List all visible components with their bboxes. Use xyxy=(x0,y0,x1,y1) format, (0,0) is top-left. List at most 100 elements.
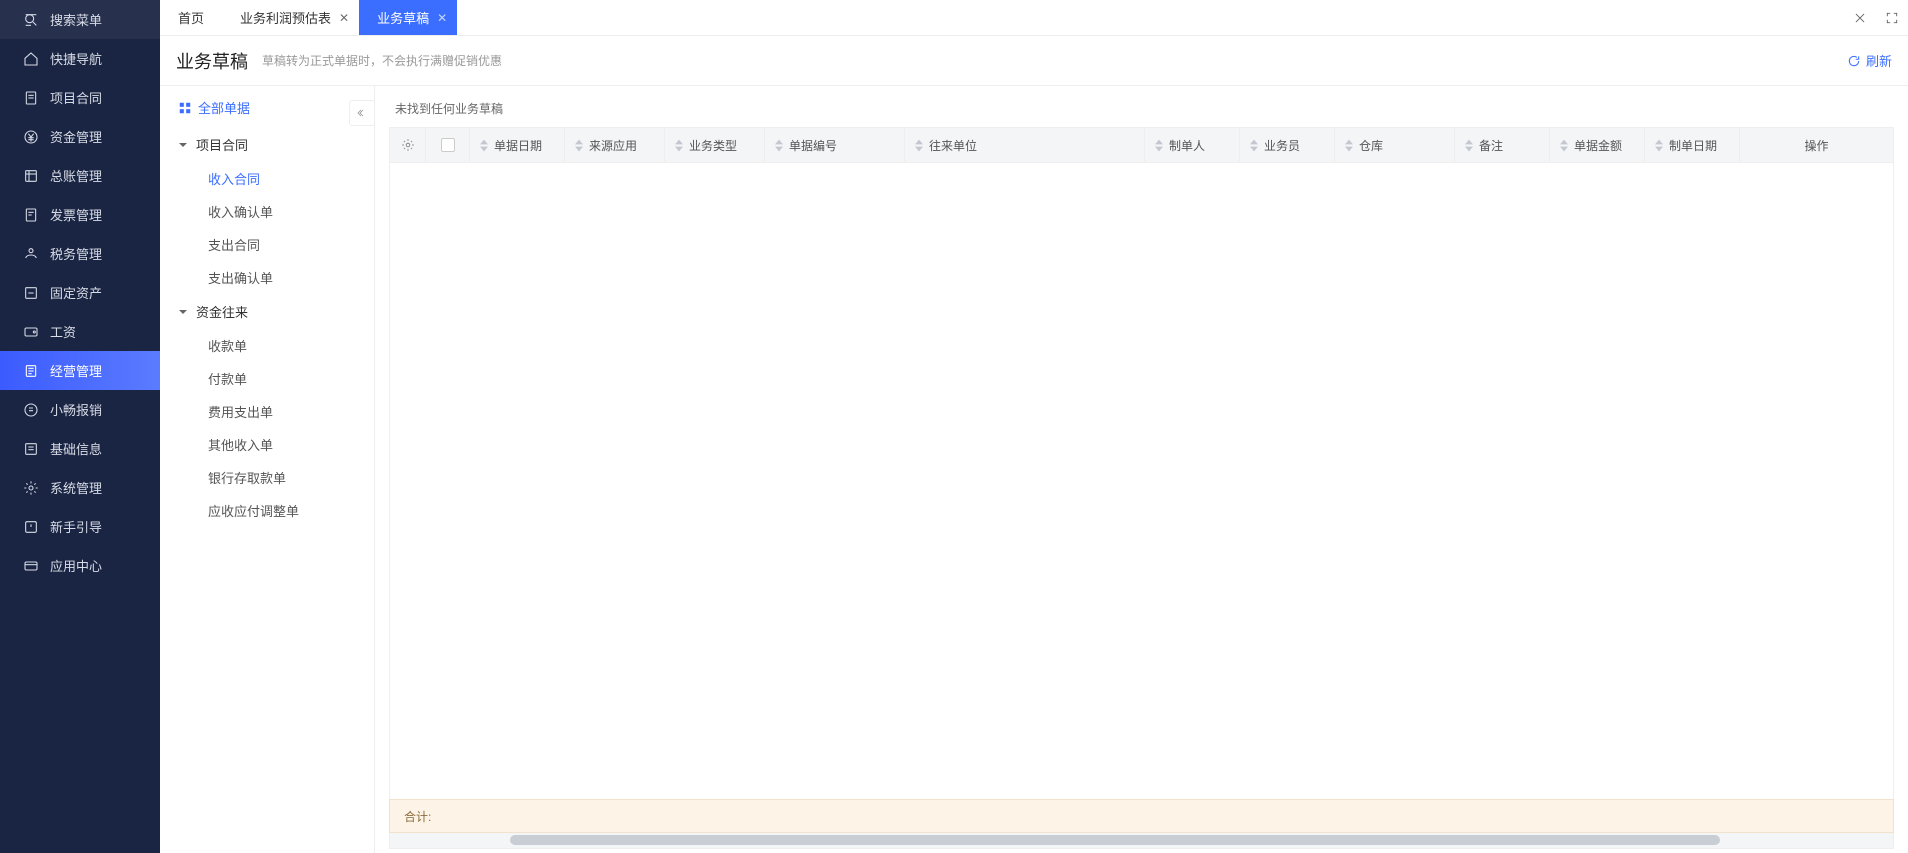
sidebar-label: 搜索菜单 xyxy=(50,10,102,29)
page-header: 业务草稿 草稿转为正式单据时，不会执行满赠促销优惠 刷新 xyxy=(160,36,1908,86)
tree-leaf-receipt[interactable]: 收款单 xyxy=(178,329,356,362)
sidebar-item-salary[interactable]: 工资 xyxy=(0,312,160,351)
th-warehouse[interactable]: 仓库 xyxy=(1335,128,1455,162)
sidebar-item-biz-mgmt[interactable]: 经营管理 xyxy=(0,351,160,390)
th-salesperson[interactable]: 业务员 xyxy=(1240,128,1335,162)
tab-profit-est[interactable]: 业务利润预估表 ✕ xyxy=(222,0,359,35)
sidebar-label: 经营管理 xyxy=(50,361,102,380)
footer-total-label: 合计: xyxy=(404,808,431,825)
tab-home[interactable]: 首页 xyxy=(160,0,222,35)
grid-icon xyxy=(178,101,192,115)
reimburse-icon xyxy=(22,401,40,419)
tree-leaf-bank-deposit[interactable]: 银行存取款单 xyxy=(178,461,356,494)
sidebar-label: 系统管理 xyxy=(50,478,102,497)
tree-leaf-expense[interactable]: 费用支出单 xyxy=(178,395,356,428)
sidebar-label: 项目合同 xyxy=(50,88,102,107)
th-partner[interactable]: 往来单位 xyxy=(905,128,1145,162)
sort-icon xyxy=(1465,139,1473,152)
app-icon xyxy=(22,557,40,575)
sidebar-item-tax-mgmt[interactable]: 税务管理 xyxy=(0,234,160,273)
tree-leaf-payment[interactable]: 付款单 xyxy=(178,362,356,395)
sort-icon xyxy=(1345,139,1353,152)
sort-icon xyxy=(1250,139,1258,152)
page-subtitle: 草稿转为正式单据时，不会执行满赠促销优惠 xyxy=(262,52,1847,69)
sidebar-label: 快捷导航 xyxy=(50,49,102,68)
tree-leaf-expense-confirm[interactable]: 支出确认单 xyxy=(178,261,356,294)
guide-icon xyxy=(22,518,40,536)
sidebar-label: 工资 xyxy=(50,322,76,341)
sidebar-item-app-center[interactable]: 应用中心 xyxy=(0,546,160,585)
sidebar-item-fixed-assets[interactable]: 固定资产 xyxy=(0,273,160,312)
sidebar-item-xiaochang[interactable]: 小畅报销 xyxy=(0,390,160,429)
briefcase-icon xyxy=(22,362,40,380)
tax-icon xyxy=(22,245,40,263)
gear-icon xyxy=(401,138,415,152)
tree-group-header[interactable]: 项目合同 xyxy=(178,127,356,162)
asset-icon xyxy=(22,284,40,302)
sidebar-item-project-contract[interactable]: 项目合同 xyxy=(0,78,160,117)
tree-leaf-income-confirm[interactable]: 收入确认单 xyxy=(178,195,356,228)
sort-icon xyxy=(775,139,783,152)
th-creator[interactable]: 制单人 xyxy=(1145,128,1240,162)
sidebar-label: 发票管理 xyxy=(50,205,102,224)
all-documents[interactable]: 全部单据 xyxy=(160,98,374,127)
sidebar-label: 基础信息 xyxy=(50,439,102,458)
th-settings[interactable] xyxy=(390,128,426,162)
collapse-panel-button[interactable] xyxy=(349,100,375,126)
horizontal-scrollbar[interactable] xyxy=(389,833,1894,849)
tree-group-header[interactable]: 资金往来 xyxy=(178,294,356,329)
sort-icon xyxy=(575,139,583,152)
table-footer: 合计: xyxy=(389,799,1894,833)
refresh-button[interactable]: 刷新 xyxy=(1847,51,1892,70)
empty-message: 未找到任何业务草稿 xyxy=(389,98,1894,127)
checkbox[interactable] xyxy=(441,138,455,152)
sidebar-item-fund-mgmt[interactable]: 资金管理 xyxy=(0,117,160,156)
content: 全部单据 项目合同 收入合同 收入确认单 支出合同 支出确认单 资金往来 xyxy=(160,86,1908,853)
sidebar-item-newbie-guide[interactable]: 新手引导 xyxy=(0,507,160,546)
sidebar-item-search-menu[interactable]: 搜索菜单 xyxy=(0,0,160,39)
sort-icon xyxy=(1655,139,1663,152)
table-header-row: 单据日期 来源应用 业务类型 单据编号 往来单位 制单人 业务员 仓库 备注 单… xyxy=(389,127,1894,163)
invoice-icon xyxy=(22,206,40,224)
sidebar-label: 税务管理 xyxy=(50,244,102,263)
sidebar-item-sys-mgmt[interactable]: 系统管理 xyxy=(0,468,160,507)
sidebar-item-quick-nav[interactable]: 快捷导航 xyxy=(0,39,160,78)
sidebar-item-basic-info[interactable]: 基础信息 xyxy=(0,429,160,468)
ledger-icon xyxy=(22,167,40,185)
sidebar-label: 固定资产 xyxy=(50,283,102,302)
tab-label: 业务草稿 xyxy=(377,8,429,27)
tab-biz-draft[interactable]: 业务草稿 ✕ xyxy=(359,0,457,35)
sidebar-item-ledger-mgmt[interactable]: 总账管理 xyxy=(0,156,160,195)
tree-group-project-contract: 项目合同 收入合同 收入确认单 支出合同 支出确认单 xyxy=(160,127,374,294)
th-remark[interactable]: 备注 xyxy=(1455,128,1550,162)
th-doc-date[interactable]: 单据日期 xyxy=(470,128,565,162)
tree-leaf-income-contract[interactable]: 收入合同 xyxy=(178,162,356,195)
sidebar-label: 总账管理 xyxy=(50,166,102,185)
th-create-date[interactable]: 制单日期 xyxy=(1645,128,1740,162)
close-all-icon[interactable] xyxy=(1850,8,1870,28)
th-source-app[interactable]: 来源应用 xyxy=(565,128,665,162)
sidebar-label: 新手引导 xyxy=(50,517,102,536)
close-icon[interactable]: ✕ xyxy=(339,11,349,25)
tree-group-label: 资金往来 xyxy=(196,302,248,321)
tree-leaf-other-income[interactable]: 其他收入单 xyxy=(178,428,356,461)
scrollbar-thumb[interactable] xyxy=(510,835,1720,845)
sort-icon xyxy=(915,139,923,152)
table-panel: 未找到任何业务草稿 单据日期 来源应用 业务类型 单据编号 往来单位 制单人 业… xyxy=(375,86,1908,853)
th-checkbox[interactable] xyxy=(426,128,470,162)
tree-group-fund-flow: 资金往来 收款单 付款单 费用支出单 其他收入单 银行存取款单 应收应付调整单 xyxy=(160,294,374,527)
th-doc-no[interactable]: 单据编号 xyxy=(765,128,905,162)
close-icon[interactable]: ✕ xyxy=(437,11,447,25)
sidebar-label: 资金管理 xyxy=(50,127,102,146)
tabs-bar: 首页 业务利润预估表 ✕ 业务草稿 ✕ xyxy=(160,0,1908,36)
fullscreen-icon[interactable] xyxy=(1882,8,1902,28)
sort-icon xyxy=(1560,139,1568,152)
tab-label: 首页 xyxy=(178,8,204,27)
tree-leaf-ar-ap-adjust[interactable]: 应收应付调整单 xyxy=(178,494,356,527)
sidebar-item-invoice-mgmt[interactable]: 发票管理 xyxy=(0,195,160,234)
tree-leaf-expense-contract[interactable]: 支出合同 xyxy=(178,228,356,261)
page-title: 业务草稿 xyxy=(176,48,248,74)
th-amount[interactable]: 单据金额 xyxy=(1550,128,1645,162)
th-biz-type[interactable]: 业务类型 xyxy=(665,128,765,162)
sidebar-label: 小畅报销 xyxy=(50,400,102,419)
